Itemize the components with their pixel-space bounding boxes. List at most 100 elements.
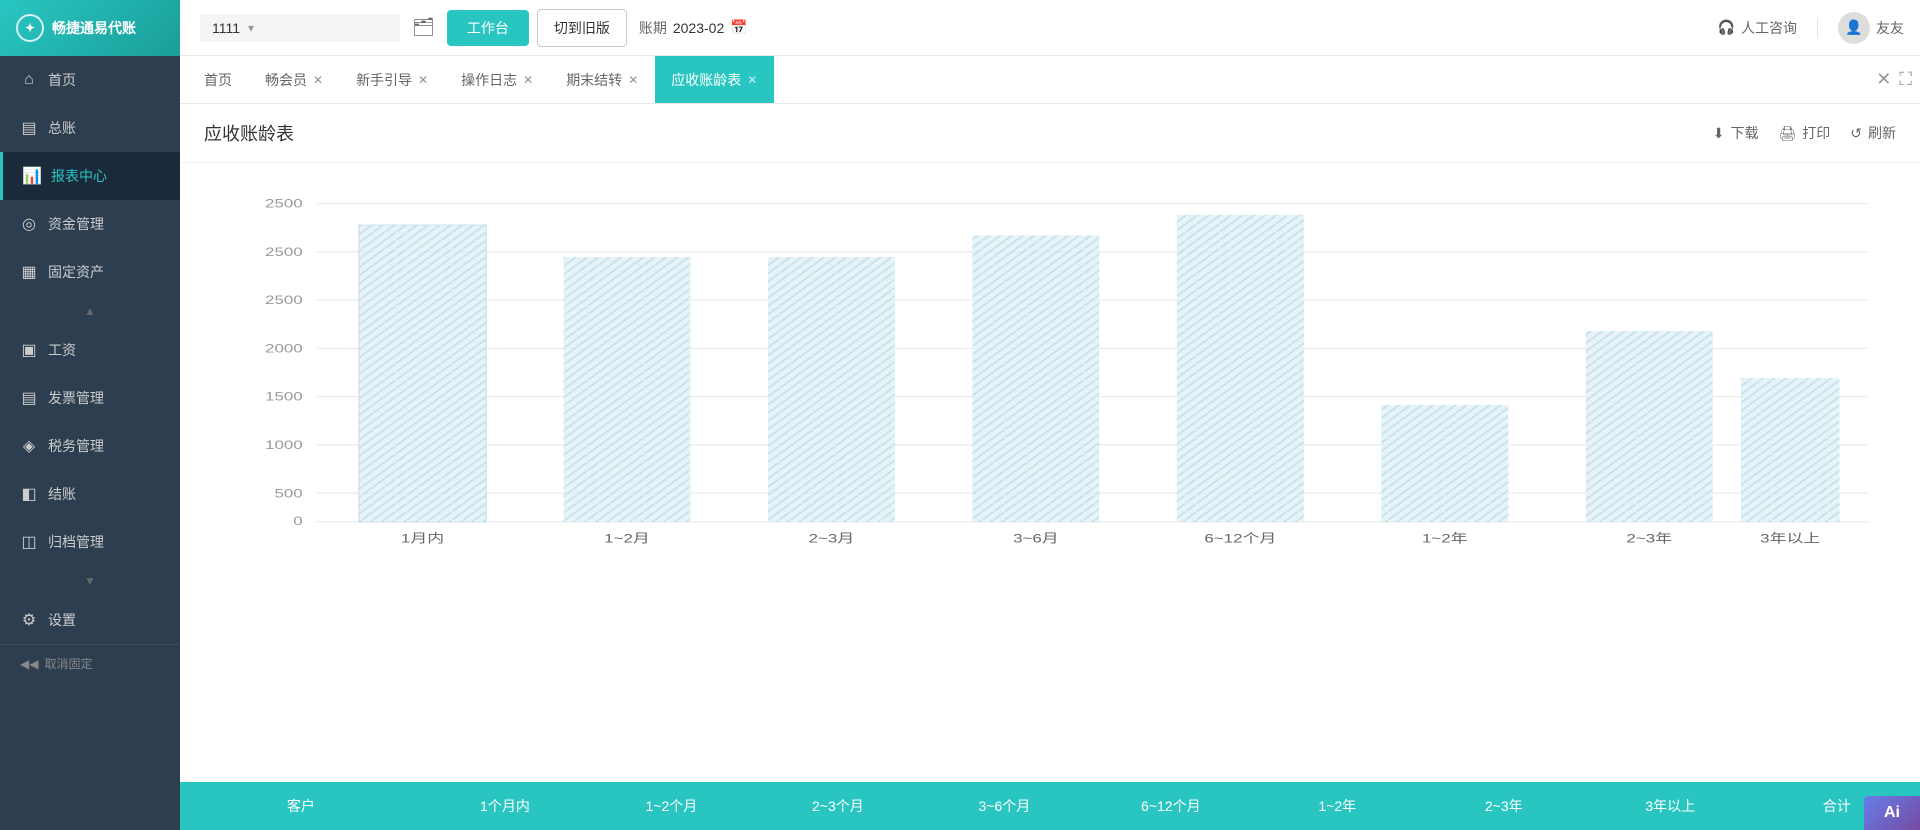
print-button[interactable]: 🖨 打印 — [1778, 123, 1830, 143]
user-name: 友友 — [1876, 18, 1904, 38]
sidebar-label: 首页 — [48, 70, 76, 90]
header-right: 🎧 人工咨询 👤 友友 — [1718, 12, 1904, 44]
refresh-button[interactable]: ↺ 刷新 — [1850, 123, 1896, 143]
reports-icon: 📊 — [23, 167, 41, 185]
archive-icon[interactable]: 🗂 — [412, 17, 435, 38]
svg-text:2~3年: 2~3年 — [1626, 532, 1672, 546]
sidebar-label: 设置 — [48, 610, 76, 630]
scroll-up-indicator: ▲ — [0, 296, 180, 326]
sidebar-item-tax[interactable]: ◈ 税务管理 — [0, 422, 180, 470]
sidebar-label: 结账 — [48, 484, 76, 504]
refresh-icon: ↺ — [1850, 125, 1862, 142]
page-actions: ⬇ 下载 🖨 打印 ↺ 刷新 — [1713, 123, 1896, 143]
archive-sidebar-icon: ◫ — [20, 533, 38, 551]
sidebar-item-settings[interactable]: ⚙ 设置 — [0, 596, 180, 644]
svg-text:1000: 1000 — [265, 439, 303, 452]
tab-bar: 首页 畅会员 ✕ 新手引导 ✕ 操作日志 ✕ 期末结转 ✕ 应收账龄表 ✕ — [180, 56, 1920, 104]
tab-close-guide[interactable]: ✕ — [418, 73, 428, 87]
col-2-3year: 2~3年 — [1421, 796, 1587, 816]
svg-text:3~6月: 3~6月 — [1013, 532, 1059, 545]
sidebar-label: 税务管理 — [48, 436, 104, 456]
maximize-button[interactable]: ⛶ — [1899, 69, 1912, 90]
page-header: 应收账龄表 ⬇ 下载 🖨 打印 ↺ 刷新 — [180, 104, 1920, 163]
calendar-icon[interactable]: 📅 — [730, 19, 747, 36]
company-selector[interactable]: 1111 ▾ — [200, 14, 400, 42]
period-area: 账期 2023-02 📅 — [639, 18, 748, 38]
print-icon: 🖨 — [1778, 125, 1796, 142]
sidebar-label: 资金管理 — [48, 214, 104, 234]
consult-button[interactable]: 🎧 人工咨询 — [1718, 18, 1797, 38]
tab-member[interactable]: 畅会员 ✕ — [249, 56, 340, 103]
top-header: ✦ 畅捷通易代账 1111 ▾ 🗂 工作台 切到旧版 账期 2023-02 📅 … — [0, 0, 1920, 56]
tab-close-aging[interactable]: ✕ — [747, 73, 757, 87]
svg-text:1~2月: 1~2月 — [604, 532, 650, 545]
svg-text:2000: 2000 — [265, 342, 303, 355]
page-title: 应收账龄表 — [204, 120, 294, 146]
col-6-12month: 6~12个月 — [1088, 796, 1254, 816]
sidebar-item-home[interactable]: ⌂ 首页 — [0, 56, 180, 104]
logo-text: 畅捷通易代账 — [52, 18, 136, 38]
col-1-2month: 1~2个月 — [588, 796, 754, 816]
period-label: 账期 — [639, 18, 667, 38]
svg-text:2500: 2500 — [265, 198, 303, 211]
tab-close-member[interactable]: ✕ — [313, 73, 323, 87]
sidebar-item-salary[interactable]: ▣ 工资 — [0, 326, 180, 374]
sidebar-label: 固定资产 — [48, 262, 104, 282]
tab-bar-right: ✕ ⛶ — [1876, 69, 1912, 90]
svg-text:2500: 2500 — [265, 246, 303, 259]
cancel-fixed-button[interactable]: ◀◀ 取消固定 — [0, 644, 180, 682]
download-icon: ⬇ — [1713, 125, 1725, 142]
chevron-down-icon: ▾ — [248, 21, 254, 35]
main-layout: ⌂ 首页 ▤ 总账 📊 报表中心 ◎ 资金管理 ▦ 固定资产 ▲ ▣ 工资 ▤ … — [0, 56, 1920, 830]
sidebar-item-checkout[interactable]: ◧ 结账 — [0, 470, 180, 518]
settings-icon: ⚙ — [20, 611, 38, 629]
checkout-icon: ◧ — [20, 485, 38, 503]
period-value: 2023-02 — [673, 20, 724, 36]
page-content: 应收账龄表 ⬇ 下载 🖨 打印 ↺ 刷新 — [180, 104, 1920, 830]
divider — [1817, 18, 1818, 38]
invoice-icon: ▤ — [20, 389, 38, 407]
col-1-2year: 1~2年 — [1254, 796, 1420, 816]
content-area: 首页 畅会员 ✕ 新手引导 ✕ 操作日志 ✕ 期末结转 ✕ 应收账龄表 ✕ — [180, 56, 1920, 830]
sidebar-item-reports[interactable]: 📊 报表中心 — [0, 152, 180, 200]
switch-version-button[interactable]: 切到旧版 — [537, 9, 627, 47]
svg-text:500: 500 — [274, 487, 302, 500]
user-area[interactable]: 👤 友友 — [1838, 12, 1904, 44]
sidebar: ⌂ 首页 ▤ 总账 📊 报表中心 ◎ 资金管理 ▦ 固定资产 ▲ ▣ 工资 ▤ … — [0, 56, 180, 830]
sidebar-item-funds[interactable]: ◎ 资金管理 — [0, 200, 180, 248]
download-button[interactable]: ⬇ 下载 — [1713, 123, 1759, 143]
table-header: 客户 1个月内 1~2个月 2~3个月 3~6个月 6~12个月 1~2年 2~… — [180, 782, 1920, 830]
tab-oplog[interactable]: 操作日志 ✕ — [445, 56, 550, 103]
tab-aging[interactable]: 应收账龄表 ✕ — [655, 56, 774, 103]
svg-text:6~12个月: 6~12个月 — [1204, 532, 1276, 546]
tab-close-closing[interactable]: ✕ — [628, 73, 638, 87]
svg-text:1~2年: 1~2年 — [1422, 532, 1468, 546]
close-all-tabs-button[interactable]: ✕ — [1876, 69, 1891, 90]
ai-badge[interactable]: Ai — [1864, 796, 1920, 830]
workbench-button[interactable]: 工作台 — [447, 10, 529, 46]
sidebar-label: 报表中心 — [51, 166, 107, 186]
tab-home[interactable]: 首页 — [188, 56, 249, 103]
bar-chart: 2500 2500 2500 2000 1500 1000 500 0 — [204, 183, 1896, 563]
sidebar-item-assets[interactable]: ▦ 固定资产 — [0, 248, 180, 296]
tab-guide[interactable]: 新手引导 ✕ — [340, 56, 445, 103]
ledger-icon: ▤ — [20, 119, 38, 137]
col-customer: 客户 — [180, 796, 422, 816]
sidebar-item-archive[interactable]: ◫ 归档管理 — [0, 518, 180, 566]
sidebar-item-invoice[interactable]: ▤ 发票管理 — [0, 374, 180, 422]
salary-icon: ▣ — [20, 341, 38, 359]
headset-icon: 🎧 — [1718, 19, 1735, 36]
sidebar-item-ledger[interactable]: ▤ 总账 — [0, 104, 180, 152]
tab-closing[interactable]: 期末结转 ✕ — [550, 56, 655, 103]
svg-text:3年以上: 3年以上 — [1760, 532, 1820, 546]
svg-text:2~3月: 2~3月 — [809, 532, 855, 545]
tab-close-oplog[interactable]: ✕ — [523, 73, 533, 87]
avatar: 👤 — [1838, 12, 1870, 44]
home-icon: ⌂ — [20, 71, 38, 89]
svg-text:0: 0 — [293, 515, 302, 528]
sidebar-label: 总账 — [48, 118, 76, 138]
logo-icon: ✦ — [16, 14, 44, 42]
logo-area: ✦ 畅捷通易代账 — [0, 0, 180, 56]
sidebar-label: 发票管理 — [48, 388, 104, 408]
col-1month: 1个月内 — [422, 796, 588, 816]
